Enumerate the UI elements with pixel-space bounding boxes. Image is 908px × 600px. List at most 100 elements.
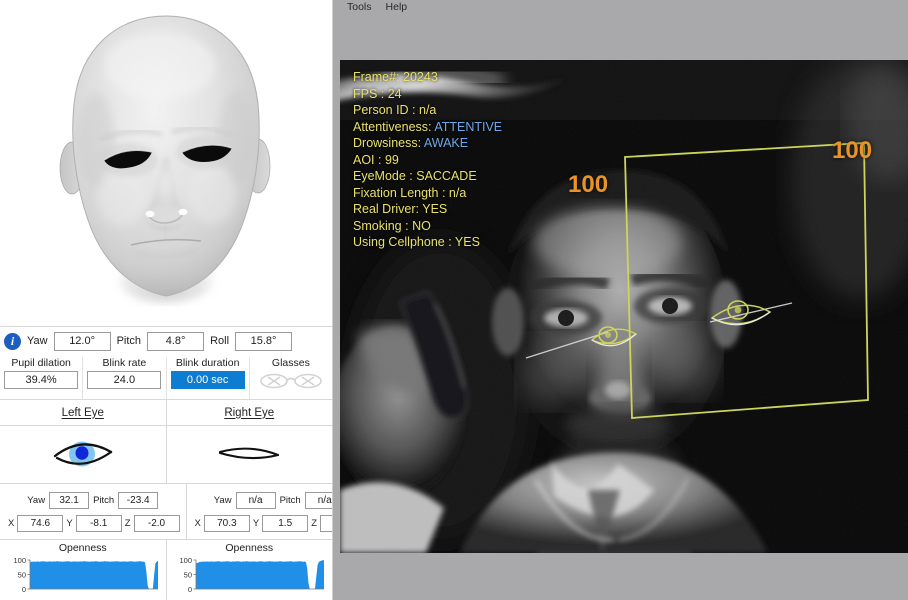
right-openness-title: Openness [225, 542, 273, 554]
left-eye-values: Yaw 32.1 Pitch -23.4 X 74.6 Y -8.1 Z -2.… [0, 484, 187, 540]
overlay-line-value: 20243 [403, 70, 438, 84]
overlay-line-label: AOI : [353, 153, 385, 167]
left-eye-x-label: X [8, 518, 14, 529]
info-icon[interactable]: i [4, 333, 21, 350]
eye-header-row: Left Eye Right Eye [0, 400, 332, 426]
overlay-line-7: Fixation Length : n/a [353, 186, 502, 200]
roll-label: Roll [210, 335, 229, 347]
overlay-line-value: YES [422, 202, 447, 216]
right-eye-header-label: Right Eye [224, 407, 274, 419]
right-eye-yaw-value[interactable]: n/a [236, 492, 276, 509]
right-eye-values: Yaw n/a Pitch n/a X 70.3 Y 1.5 Z -0.8 [187, 484, 334, 540]
metric-value[interactable]: 0.00 sec [171, 371, 245, 389]
eye-values-row: Yaw 32.1 Pitch -23.4 X 74.6 Y -8.1 Z -2.… [0, 484, 332, 540]
glasses-off-icon [254, 371, 328, 389]
right-eye-y-label: Y [253, 518, 259, 529]
right-eye-angles: Yaw n/a Pitch n/a [193, 492, 334, 509]
metric-blink-rate: Blink rate 24.0 [83, 357, 166, 399]
eye-open-icon [46, 437, 120, 473]
face-score-left: 100 [568, 171, 608, 199]
left-eye-x-value[interactable]: 74.6 [17, 515, 63, 532]
left-eye-z-value[interactable]: -2.0 [134, 515, 180, 532]
left-eye-yaw-label: Yaw [27, 495, 45, 506]
right-eye-pitch-label: Pitch [280, 495, 301, 506]
eye-icon-row [0, 426, 332, 484]
metric-label: Glasses [272, 357, 310, 369]
left-eye-position: X 74.6 Y -8.1 Z -2.0 [6, 515, 180, 532]
y-tick-label: 50 [184, 571, 192, 580]
overlay-line-0: Frame#: 20243 [353, 70, 502, 84]
left-eye-openness-chart: 100500 [4, 555, 162, 599]
left-eye-header-label: Left Eye [62, 407, 104, 419]
metric-value[interactable]: 39.4% [4, 371, 78, 389]
overlay-line-value: n/a [449, 186, 466, 200]
metrics-row: Pupil dilation 39.4% Blink rate 24.0 Bli… [0, 355, 332, 399]
left-eye-angles: Yaw 32.1 Pitch -23.4 [6, 492, 180, 509]
left-eye-openness-cell: Openness 100500 [0, 540, 167, 600]
overlay-line-5: AOI : 99 [353, 153, 502, 167]
right-eye-y-value[interactable]: 1.5 [262, 515, 308, 532]
head-model-viewport[interactable] [0, 0, 333, 326]
overlay-line-value: 99 [385, 153, 399, 167]
overlay-line-label: EyeMode : [353, 169, 416, 183]
metric-blink-duration: Blink duration 0.00 sec [167, 357, 250, 399]
overlay-line-10: Using Cellphone : YES [353, 235, 502, 249]
overlay-line-label: Attentiveness: [353, 120, 434, 134]
right-eye-header: Right Eye [167, 400, 333, 426]
metric-label: Pupil dilation [11, 357, 71, 369]
overlay-line-value: n/a [419, 103, 436, 117]
overlay-line-label: Fixation Length : [353, 186, 449, 200]
overlay-line-9: Smoking : NO [353, 219, 502, 233]
y-tick-label: 100 [13, 556, 26, 565]
overlay-line-8: Real Driver: YES [353, 202, 502, 216]
overlay-line-1: FPS : 24 [353, 87, 502, 101]
pitch-value[interactable]: 4.8° [147, 332, 204, 351]
overlay-line-6: EyeMode : SACCADE [353, 169, 502, 183]
left-eye-y-value[interactable]: -8.1 [76, 515, 122, 532]
left-eye-icon-cell [0, 426, 167, 484]
yaw-value[interactable]: 12.0° [54, 332, 111, 351]
y-tick-label: 100 [180, 556, 193, 565]
driver-monitoring-video[interactable]: Frame#: 20243 FPS : 24 Person ID : n/a Atte… [340, 60, 908, 553]
application-window: i Yaw 12.0° Pitch 4.8° Roll 15.8° Pupil … [0, 0, 908, 600]
head-3d-model [0, 0, 333, 326]
right-eye-openness-cell: Openness 100500 [167, 540, 333, 600]
overlay-line-label: FPS : [353, 87, 388, 101]
right-eye-x-value[interactable]: 70.3 [204, 515, 250, 532]
metric-label: Blink duration [176, 357, 240, 369]
menu-tools[interactable]: Tools [347, 1, 372, 13]
openness-charts-row: Openness 100500 Openness 100500 [0, 540, 332, 600]
overlay-line-value: ATTENTIVE [434, 120, 502, 134]
metric-pupil-dilation: Pupil dilation 39.4% [0, 357, 83, 399]
y-tick-label: 50 [17, 571, 25, 580]
left-openness-title: Openness [59, 542, 107, 554]
overlay-line-label: Drowsiness: [353, 136, 424, 150]
menu-help[interactable]: Help [386, 1, 408, 13]
openness-area [30, 561, 158, 589]
overlay-line-value: YES [455, 235, 480, 249]
right-eye-openness-chart: 100500 [170, 555, 328, 599]
left-eye-pitch-label: Pitch [93, 495, 114, 506]
left-eye-pitch-value[interactable]: -23.4 [118, 492, 158, 509]
right-eye-icon-cell [167, 426, 333, 484]
left-eye-y-label: Y [66, 518, 72, 529]
metric-value[interactable]: 24.0 [87, 371, 161, 389]
right-eye-x-label: X [195, 518, 201, 529]
left-metrics-panel: i Yaw 12.0° Pitch 4.8° Roll 15.8° Pupil … [0, 0, 333, 600]
right-eye-z-value[interactable]: -0.8 [320, 515, 333, 532]
overlay-line-label: Real Driver: [353, 202, 422, 216]
video-panel: Tools Help [333, 0, 908, 600]
left-eye-yaw-value[interactable]: 32.1 [49, 492, 89, 509]
overlay-line-3: Attentiveness: ATTENTIVE [353, 120, 502, 134]
overlay-line-label: Person ID : [353, 103, 419, 117]
overlay-line-label: Smoking : [353, 219, 412, 233]
roll-value[interactable]: 15.8° [235, 332, 292, 351]
right-eye-z-label: Z [311, 518, 317, 529]
overlay-line-value: AWAKE [424, 136, 468, 150]
overlay-line-label: Using Cellphone : [353, 235, 455, 249]
eye-closed-icon [212, 437, 286, 473]
overlay-line-value: SACCADE [416, 169, 476, 183]
menubar: Tools Help [333, 0, 908, 14]
right-eye-pitch-value[interactable]: n/a [305, 492, 333, 509]
left-eye-header: Left Eye [0, 400, 167, 426]
